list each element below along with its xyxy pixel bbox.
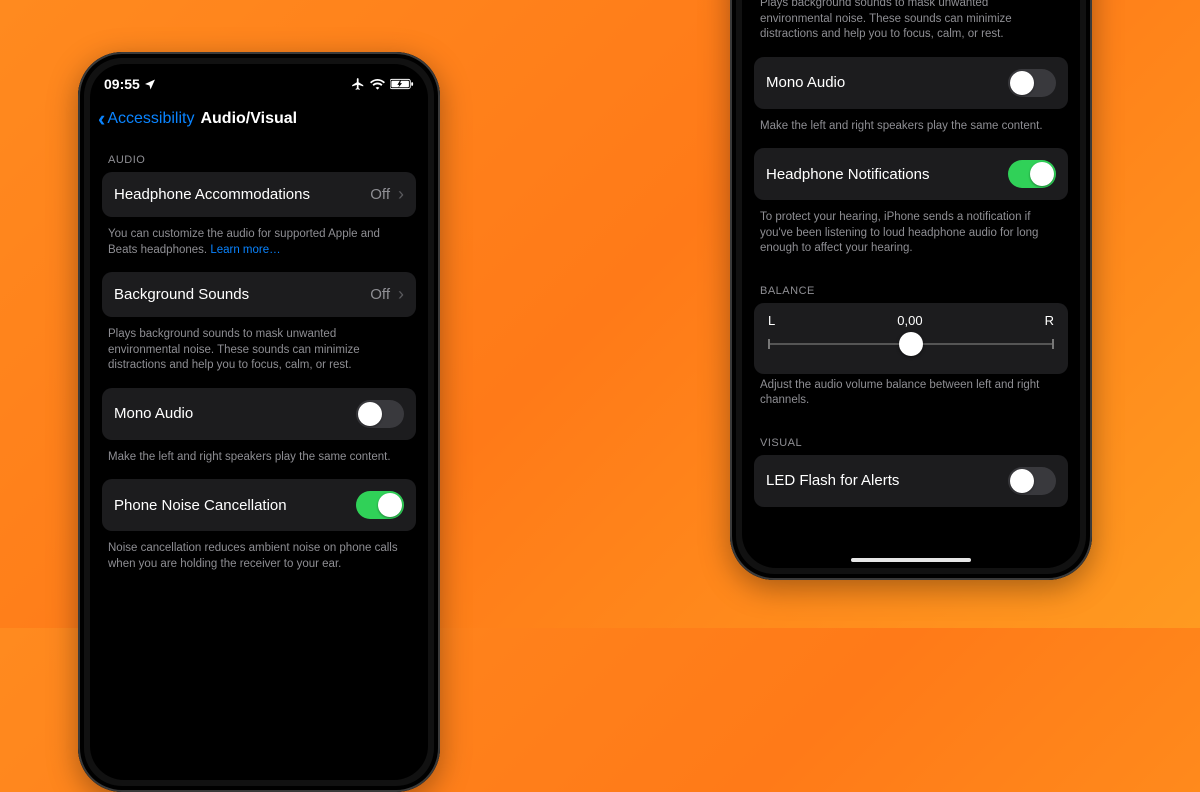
section-header-balance: BALANCE	[754, 271, 1068, 303]
notch	[179, 64, 339, 90]
airplane-icon	[351, 77, 365, 91]
balance-slider[interactable]	[768, 330, 1054, 358]
row-value: Off	[370, 286, 390, 303]
balance-left-label: L	[768, 313, 775, 328]
toggle-led-flash[interactable]	[1008, 467, 1056, 495]
row-headphone-accommodations[interactable]: Headphone Accommodations Off ›	[102, 172, 416, 217]
chevron-left-icon: ‹	[98, 108, 105, 130]
location-icon	[144, 78, 156, 90]
row-label: Headphone Notifications	[766, 166, 929, 183]
page-title: Audio/Visual	[200, 110, 297, 128]
balance-right-label: R	[1045, 313, 1054, 328]
row-footer: To protect your hearing, iPhone sends a …	[754, 206, 1068, 271]
balance-value: 0,00	[897, 313, 922, 328]
section-header-visual: VISUAL	[754, 423, 1068, 455]
chevron-right-icon: ›	[398, 184, 404, 205]
battery-charging-icon	[390, 78, 414, 90]
toggle-noise-cancellation[interactable]	[356, 491, 404, 519]
row-footer: Noise cancellation reduces ambient noise…	[102, 537, 416, 586]
back-label: Accessibility	[107, 110, 194, 128]
wifi-icon	[370, 78, 385, 90]
learn-more-link[interactable]: Learn more…	[210, 244, 280, 256]
screen-right: Plays background sounds to mask unwanted…	[742, 0, 1080, 568]
slider-knob[interactable]	[899, 332, 923, 356]
balance-slider-row: L 0,00 R	[754, 303, 1068, 374]
row-label: Mono Audio	[114, 405, 193, 422]
row-label: Background Sounds	[114, 286, 249, 303]
row-phone-noise-cancellation: Phone Noise Cancellation	[102, 479, 416, 531]
screen-left: 09:55 ‹ Accessibility	[90, 64, 428, 780]
row-headphone-notifications: Headphone Notifications	[754, 148, 1068, 200]
section-header-audio: AUDIO	[102, 140, 416, 172]
row-mono-audio: Mono Audio	[754, 57, 1068, 109]
row-led-flash: LED Flash for Alerts	[754, 455, 1068, 507]
back-button[interactable]: ‹ Accessibility	[98, 108, 194, 130]
phone-right: Plays background sounds to mask unwanted…	[730, 0, 1092, 580]
row-footer: Adjust the audio volume balance between …	[754, 374, 1068, 423]
row-footer: You can customize the audio for supporte…	[102, 223, 416, 272]
toggle-mono-audio[interactable]	[356, 400, 404, 428]
row-label: Mono Audio	[766, 74, 845, 91]
row-footer: Plays background sounds to mask unwanted…	[754, 0, 1068, 57]
navbar: ‹ Accessibility Audio/Visual	[90, 104, 428, 140]
row-mono-audio: Mono Audio	[102, 388, 416, 440]
chevron-right-icon: ›	[398, 284, 404, 305]
toggle-mono-audio[interactable]	[1008, 69, 1056, 97]
row-footer: Plays background sounds to mask unwanted…	[102, 323, 416, 388]
row-value: Off	[370, 186, 390, 203]
phone-left: 09:55 ‹ Accessibility	[78, 52, 440, 792]
row-footer: Make the left and right speakers play th…	[754, 115, 1068, 149]
row-label: Phone Noise Cancellation	[114, 497, 287, 514]
status-time: 09:55	[104, 76, 140, 92]
row-background-sounds[interactable]: Background Sounds Off ›	[102, 272, 416, 317]
row-footer: Make the left and right speakers play th…	[102, 446, 416, 480]
home-indicator	[851, 558, 971, 562]
toggle-headphone-notifications[interactable]	[1008, 160, 1056, 188]
row-label: Headphone Accommodations	[114, 186, 310, 203]
row-label: LED Flash for Alerts	[766, 472, 899, 489]
